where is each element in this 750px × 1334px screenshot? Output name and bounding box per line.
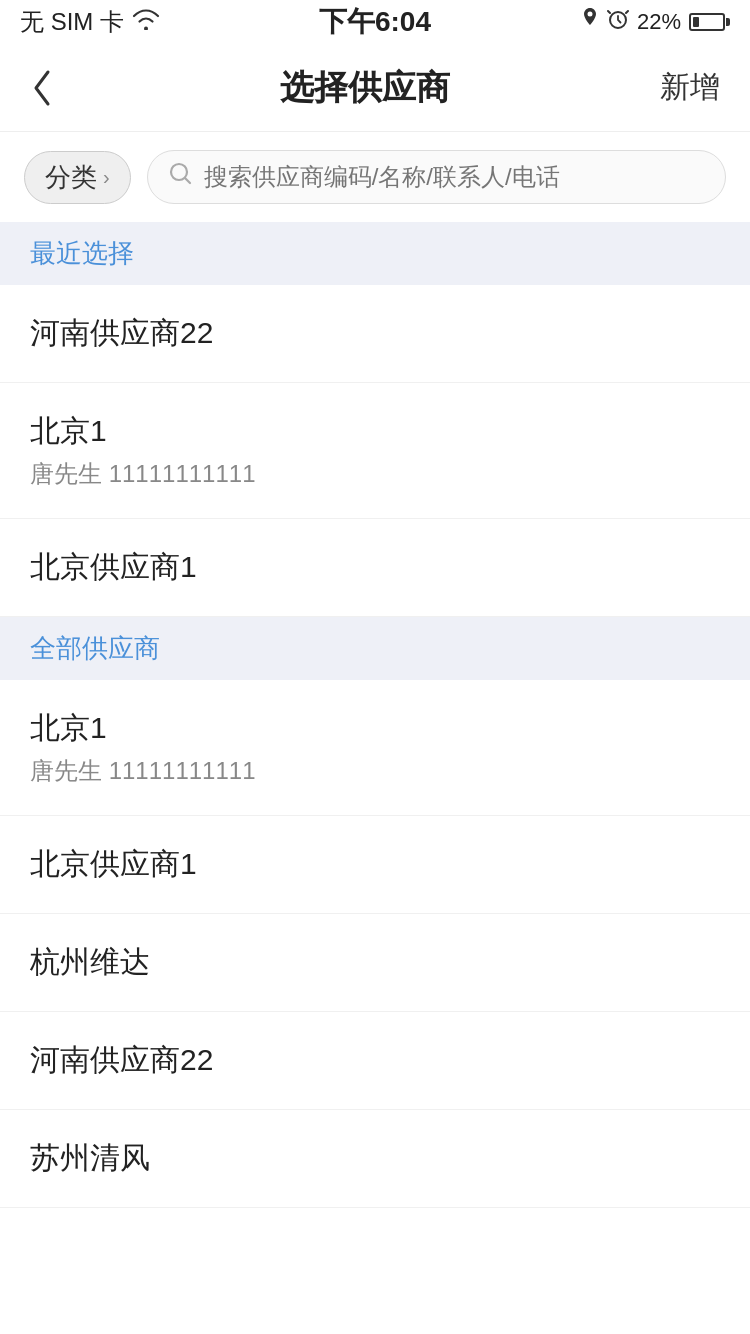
list-item[interactable]: 北京供应商1 [0, 519, 750, 617]
list-item[interactable]: 北京1 唐先生 11111111111 [0, 680, 750, 816]
recent-section-label: 最近选择 [30, 238, 134, 268]
item-name: 北京供应商1 [30, 844, 720, 885]
all-section-label: 全部供应商 [30, 633, 160, 663]
status-time: 下午6:04 [319, 3, 431, 41]
list-item[interactable]: 杭州维达 [0, 914, 750, 1012]
all-items-list: 北京1 唐先生 11111111111 北京供应商1 杭州维达 河南供应商22 … [0, 680, 750, 1208]
item-sub: 唐先生 11111111111 [30, 458, 720, 490]
status-left: 无 SIM 卡 [20, 6, 160, 38]
search-box[interactable] [147, 150, 726, 204]
item-name: 苏州清风 [30, 1138, 720, 1179]
back-button[interactable] [30, 68, 90, 108]
nav-bar: 选择供应商 新增 [0, 44, 750, 132]
item-name: 北京1 [30, 708, 720, 749]
category-button[interactable]: 分类 › [24, 151, 131, 204]
list-item[interactable]: 河南供应商22 [0, 285, 750, 383]
page-title: 选择供应商 [90, 65, 640, 111]
battery-percentage: 22% [637, 9, 681, 35]
search-input[interactable] [204, 163, 705, 191]
item-name: 河南供应商22 [30, 313, 720, 354]
list-item[interactable]: 北京1 唐先生 11111111111 [0, 383, 750, 519]
filter-bar: 分类 › [0, 132, 750, 222]
wifi-icon [132, 8, 160, 36]
category-label: 分类 [45, 160, 97, 195]
item-sub: 唐先生 11111111111 [30, 755, 720, 787]
item-name: 北京1 [30, 411, 720, 452]
list-item[interactable]: 河南供应商22 [0, 1012, 750, 1110]
item-name: 北京供应商1 [30, 547, 720, 588]
search-icon [168, 161, 194, 193]
battery-icon [689, 13, 730, 31]
add-button[interactable]: 新增 [640, 67, 720, 108]
chevron-right-icon: › [103, 166, 110, 189]
all-section-header: 全部供应商 [0, 617, 750, 680]
alarm-icon [607, 8, 629, 36]
carrier-label: 无 SIM 卡 [20, 6, 124, 38]
recent-section-header: 最近选择 [0, 222, 750, 285]
item-name: 杭州维达 [30, 942, 720, 983]
item-name: 河南供应商22 [30, 1040, 720, 1081]
recent-items-list: 河南供应商22 北京1 唐先生 11111111111 北京供应商1 [0, 285, 750, 617]
status-right: 22% [581, 8, 730, 36]
list-item[interactable]: 苏州清风 [0, 1110, 750, 1208]
list-item[interactable]: 北京供应商1 [0, 816, 750, 914]
status-bar: 无 SIM 卡 下午6:04 22% [0, 0, 750, 44]
location-icon [581, 8, 599, 36]
